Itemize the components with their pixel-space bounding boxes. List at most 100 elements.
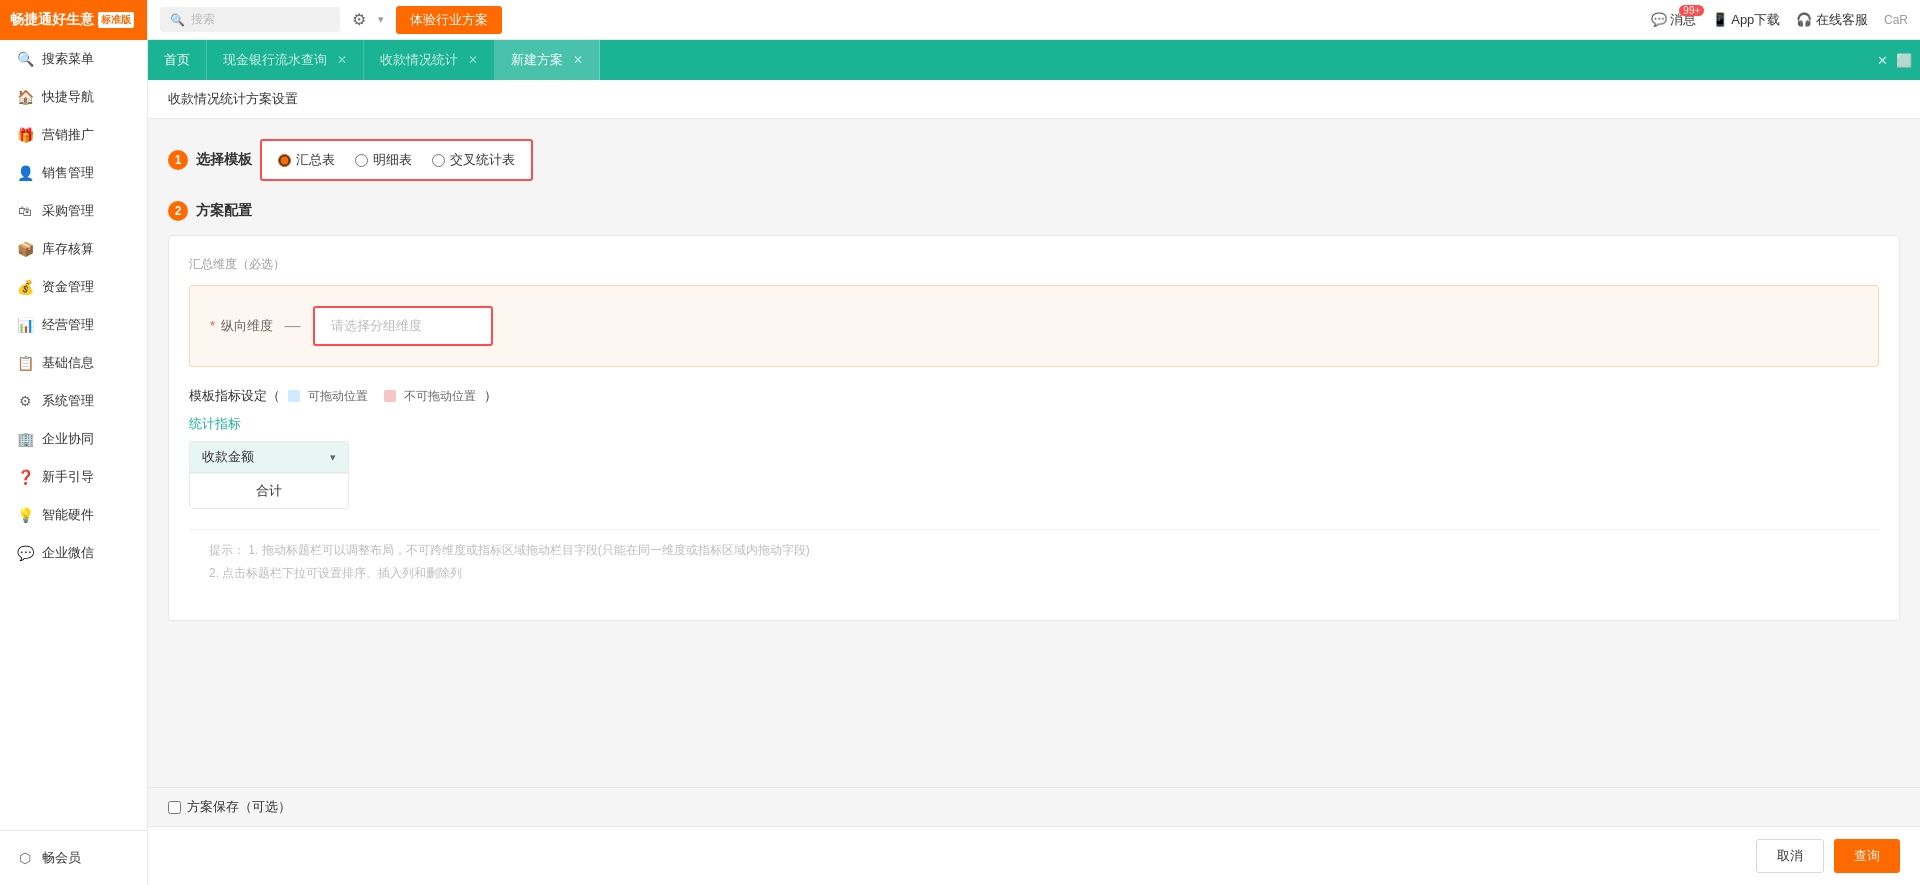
industry-btn[interactable]: 体验行业方案 [396, 6, 502, 34]
app-download[interactable]: 📱 App下载 [1712, 11, 1780, 29]
tip-2: 2. 点击标题栏下拉可设置排序、插入列和删除列 [189, 565, 1879, 582]
tab-bank-flow[interactable]: 现金银行流水查询 ✕ [207, 40, 364, 80]
user-icon: 👤 [16, 165, 34, 181]
cancel-button[interactable]: 取消 [1756, 839, 1824, 873]
sidebar-item-quick-nav[interactable]: 🏠 快捷导航 [0, 78, 147, 116]
building-icon: 🏢 [16, 431, 34, 447]
sidebar-bottom: ⬡ 畅会员 [0, 830, 147, 885]
tab-home[interactable]: 首页 [148, 40, 207, 80]
page-title-bar: 收款情况统计方案设置 [148, 80, 1920, 119]
download-icon: 📱 [1712, 12, 1728, 27]
settings-icon[interactable]: ⚙ [352, 10, 366, 29]
sidebar-item-purchase[interactable]: 🛍 采购管理 [0, 192, 147, 230]
sidebar-item-label: 采购管理 [42, 202, 94, 220]
close-collection-stats-icon[interactable]: ✕ [468, 53, 478, 67]
tab-collection-stats[interactable]: 收款情况统计 ✕ [364, 40, 495, 80]
template-cross-label: 交叉统计表 [450, 151, 515, 169]
draggable-legend-dot [288, 390, 300, 402]
sidebar-item-system[interactable]: ⚙ 系统管理 [0, 382, 147, 420]
sidebar-item-search-menu[interactable]: 🔍 搜索菜单 [0, 40, 147, 78]
draggable-legend-label: 可拖动位置 [308, 388, 368, 405]
sidebar-item-label: 资金管理 [42, 278, 94, 296]
sidebar-item-basic-info[interactable]: 📋 基础信息 [0, 344, 147, 382]
money-icon: 💰 [16, 279, 34, 295]
search-placeholder: 搜索 [191, 11, 215, 28]
metrics-cell-total: 合计 [190, 473, 348, 508]
search-bar[interactable]: 🔍 搜索 [160, 7, 340, 32]
gear-icon: ⚙ [16, 393, 34, 409]
bottom-bar: 方案保存（可选） [148, 787, 1920, 826]
sidebar-item-marketing[interactable]: 🎁 营销推广 [0, 116, 147, 154]
chat-icon: 💬 [16, 545, 34, 561]
sidebar-item-label: 智能硬件 [42, 506, 94, 524]
step2-num: 2 [168, 201, 188, 221]
service-label: 在线客服 [1816, 12, 1868, 27]
query-button[interactable]: 查询 [1834, 839, 1900, 873]
tabbar: 首页 现金银行流水查询 ✕ 收款情况统计 ✕ 新建方案 ✕ ✕ ⬜ [148, 40, 1920, 80]
step2-title: 方案配置 [196, 202, 252, 220]
gift-icon: 🎁 [16, 127, 34, 143]
tab-new-plan[interactable]: 新建方案 ✕ [495, 40, 600, 80]
template-cross-radio[interactable] [432, 154, 445, 167]
online-service[interactable]: 🎧 在线客服 [1796, 11, 1868, 29]
chart-icon: 📊 [16, 317, 34, 333]
sidebar-item-label: 畅会员 [42, 849, 81, 867]
logo-text: 畅捷通好生意 [10, 11, 94, 29]
dimension-title: 汇总维度（必选） [189, 256, 1879, 273]
sidebar-item-operation[interactable]: 📊 经营管理 [0, 306, 147, 344]
home-icon: 🏠 [16, 89, 34, 105]
template-detail-radio[interactable] [355, 154, 368, 167]
logo-badge: 标准版 [98, 12, 134, 28]
save-checkbox[interactable] [168, 801, 181, 814]
sidebar-item-newbie[interactable]: ❓ 新手引导 [0, 458, 147, 496]
template-detail-label: 明细表 [373, 151, 412, 169]
sidebar-item-label: 系统管理 [42, 392, 94, 410]
window-close-icon[interactable]: ✕ [1877, 53, 1888, 68]
message-icon: 💬 [1651, 12, 1667, 27]
topbar-right: 💬 消息 99+ 📱 App下载 🎧 在线客服 CaR [1651, 11, 1908, 29]
metrics-label: 统计指标 [189, 415, 1879, 433]
sidebar-item-wechat[interactable]: 💬 企业微信 [0, 534, 147, 572]
template-cross-option[interactable]: 交叉统计表 [432, 151, 515, 169]
search-menu-icon: 🔍 [16, 51, 34, 67]
sidebar-item-label: 经营管理 [42, 316, 94, 334]
dimension-select-dropdown[interactable]: 请选择分组维度 [313, 306, 493, 346]
sidebar-item-corp[interactable]: 🏢 企业协同 [0, 420, 147, 458]
username-display[interactable]: CaR [1884, 13, 1908, 27]
search-icon: 🔍 [170, 13, 185, 27]
fixed-legend-dot [384, 390, 396, 402]
notif-badge: 99+ [1679, 5, 1704, 16]
sidebar-item-label: 基础信息 [42, 354, 94, 372]
sidebar-item-label: 新手引导 [42, 468, 94, 486]
step1-num: 1 [168, 150, 188, 170]
sidebar-item-hardware[interactable]: 💡 智能硬件 [0, 496, 147, 534]
sidebar-item-label: 营销推广 [42, 126, 94, 144]
dimension-grid: * 纵向维度 — 请选择分组维度 [189, 285, 1879, 367]
save-label: 方案保存（可选） [187, 798, 291, 816]
device-icon: 💡 [16, 507, 34, 523]
close-bank-flow-icon[interactable]: ✕ [337, 53, 347, 67]
save-option[interactable]: 方案保存（可选） [168, 798, 291, 816]
sidebar-item-member[interactable]: ⬡ 畅会员 [0, 839, 147, 877]
template-detail-option[interactable]: 明细表 [355, 151, 412, 169]
template-summary-label: 汇总表 [296, 151, 335, 169]
tab-collection-stats-label: 收款情况统计 [380, 51, 458, 69]
template-summary-radio[interactable] [278, 154, 291, 167]
arrow-icon: — [285, 317, 301, 335]
sidebar-item-capital[interactable]: 💰 资金管理 [0, 268, 147, 306]
tab-actions: ✕ ⬜ [1869, 40, 1920, 80]
step1-title: 选择模板 [196, 151, 252, 169]
sidebar-item-sales[interactable]: 👤 销售管理 [0, 154, 147, 192]
metrics-dropdown-icon[interactable]: ▾ [330, 451, 336, 464]
close-new-plan-icon[interactable]: ✕ [573, 53, 583, 67]
main-area: 🔍 搜索 ⚙ ▾ 体验行业方案 💬 消息 99+ 📱 App下载 🎧 在线客服 … [148, 0, 1920, 885]
step2-header: 2 方案配置 [168, 201, 1900, 221]
notification-bell[interactable]: 💬 消息 99+ [1651, 11, 1697, 29]
step2-section: 2 方案配置 汇总维度（必选） * 纵向维度 [168, 201, 1900, 621]
window-maximize-icon[interactable]: ⬜ [1896, 53, 1912, 68]
sidebar-item-inventory[interactable]: 📦 库存核算 [0, 230, 147, 268]
metrics-section: 模板指标设定（ 可拖动位置 不可拖动位置 ） 统计指标 收款金额 ▾ [189, 387, 1879, 509]
template-summary-option[interactable]: 汇总表 [278, 151, 335, 169]
form-area: 1 选择模板 汇总表 明细表 交叉统计表 [148, 119, 1920, 787]
dimension-row: * 纵向维度 — 请选择分组维度 [210, 306, 493, 346]
